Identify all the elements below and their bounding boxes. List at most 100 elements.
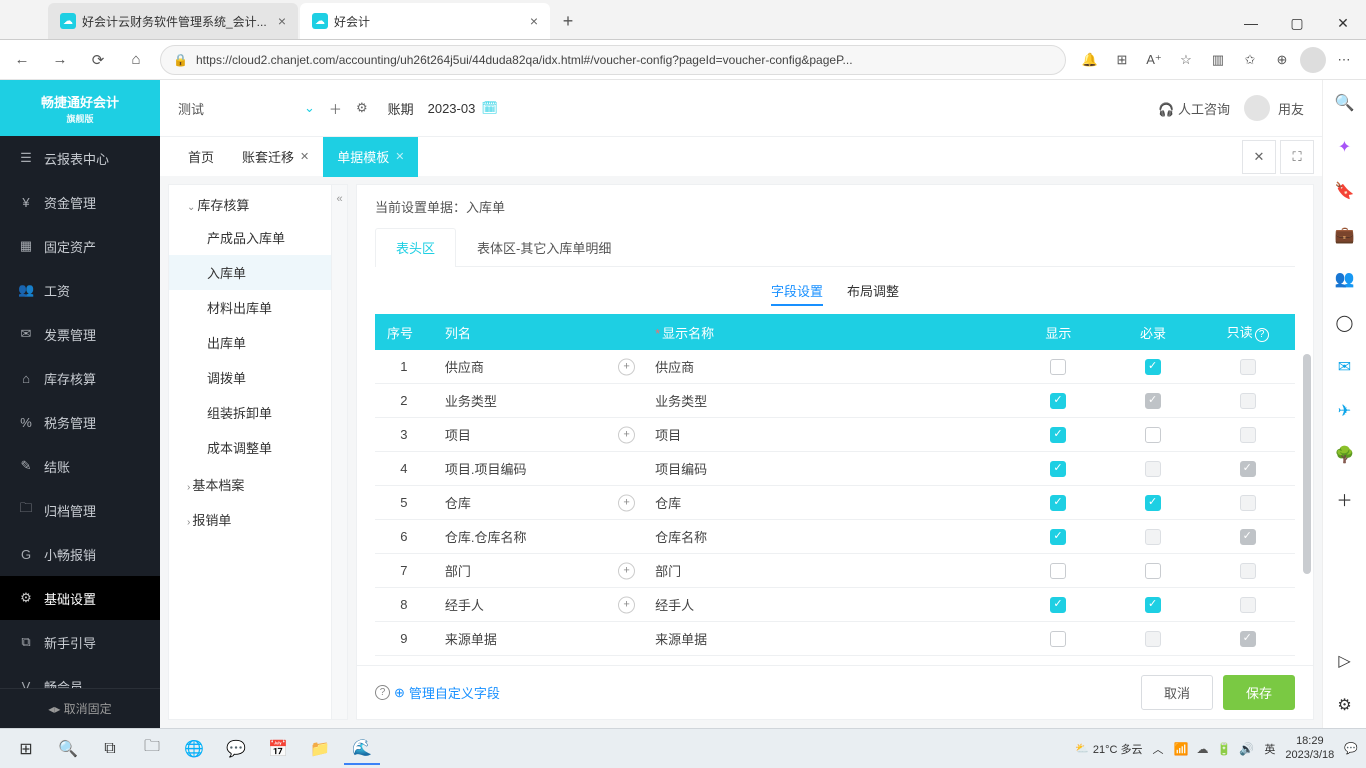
briefcase-icon[interactable]: 💼 [1334,224,1356,246]
chrome-icon[interactable]: 🌐 [176,733,212,765]
tree-group[interactable]: ⌄库存核算 [169,185,331,220]
extensions-icon[interactable]: ⊞ [1108,46,1136,74]
favorites-bar-icon[interactable]: ✩ [1236,46,1264,74]
sidebar-item[interactable]: 👥工资 [0,268,160,312]
save-button[interactable]: 保存 [1223,675,1295,710]
sub-tab[interactable]: 字段设置 [771,281,823,306]
cell-disp[interactable]: 项目 [643,418,1011,452]
page-tab[interactable]: 首页 [174,137,228,177]
sidebar-item[interactable]: G小畅报销 [0,532,160,576]
sidebar-item[interactable]: ☰云报表中心 [0,136,160,180]
checkbox[interactable] [1050,461,1066,477]
cell-disp[interactable]: 经手人 [643,588,1011,622]
cell-disp[interactable]: 仓库名称 [643,520,1011,554]
close-button[interactable]: ✕ [1320,7,1366,39]
tree-icon[interactable]: 🌳 [1334,444,1356,466]
period-picker[interactable]: 2023-03 🗓 [428,100,498,116]
sidebar-item[interactable]: %税务管理 [0,400,160,444]
collapse-strip-icon[interactable]: ▷ [1334,650,1356,672]
tree-item[interactable]: 成本调整单 [169,430,331,465]
wechat-icon[interactable]: 💬 [218,733,254,765]
start-button[interactable]: ⊞ [8,733,44,765]
tree-item[interactable]: 入库单 [169,255,331,290]
close-icon[interactable]: ✕ [300,150,309,163]
checkbox[interactable] [1145,359,1161,375]
address-bar[interactable]: 🔒 https://cloud2.chanjet.com/accounting/… [160,45,1066,75]
tree-item[interactable]: 产成品入库单 [169,220,331,255]
profile-avatar[interactable] [1300,47,1326,73]
checkbox[interactable] [1050,529,1066,545]
edge-icon[interactable]: 🌊 [344,733,380,765]
reader-icon[interactable]: A⁺ [1140,46,1168,74]
cell-disp[interactable]: 项目编码 [643,452,1011,486]
close-icon[interactable]: × [530,13,538,29]
sidebar-item[interactable]: ¥资金管理 [0,180,160,224]
favorite-icon[interactable]: ☆ [1172,46,1200,74]
search-icon[interactable]: 🔍 [1334,92,1356,114]
inner-tab[interactable]: 表头区 [375,228,456,267]
plus-icon[interactable]: + [618,358,635,375]
checkbox[interactable] [1050,393,1066,409]
consult-link[interactable]: 🎧 人工咨询 [1158,99,1230,118]
close-icon[interactable]: × [278,13,286,29]
inner-tab[interactable]: 表体区-其它入库单明细 [456,228,632,266]
cell-disp[interactable]: 供应商 [643,350,1011,384]
circle-icon[interactable]: ◯ [1334,312,1356,334]
browser-tab-2[interactable]: ☁ 好会计 × [300,3,550,39]
tree-item[interactable]: 出库单 [169,325,331,360]
manage-fields-link[interactable]: ? ⊕ 管理自定义字段 [375,683,500,702]
tree-group[interactable]: ›报销单 [169,500,331,535]
ime-indicator[interactable]: 英 [1264,741,1275,757]
new-tab-button[interactable]: + [552,3,584,39]
plus-icon[interactable]: + [618,596,635,613]
outlook-icon[interactable]: ✉ [1334,356,1356,378]
wifi-icon[interactable]: 📶 [1174,742,1189,756]
sparkle-icon[interactable]: ✦ [1334,136,1356,158]
collapse-handle[interactable]: « [331,185,347,719]
tree-item[interactable]: 调拨单 [169,360,331,395]
more-icon[interactable]: ⋯ [1330,46,1358,74]
forward-button[interactable]: → [46,46,74,74]
split-icon[interactable]: ▥ [1204,46,1232,74]
chevron-up-icon[interactable]: ︿ [1153,741,1164,757]
add-tool-icon[interactable]: ＋ [1334,488,1356,510]
page-tab[interactable]: 账套迁移✕ [228,137,323,177]
taskview-button[interactable]: ⧉ [92,733,128,765]
notification-center-icon[interactable]: 💬 [1344,742,1358,755]
checkbox[interactable] [1145,495,1161,511]
maximize-button[interactable]: ▢ [1274,7,1320,39]
plus-icon[interactable]: + [618,494,635,511]
volume-icon[interactable]: 🔊 [1239,742,1254,756]
sidebar-item[interactable]: 🗀归档管理 [0,488,160,532]
tree-group[interactable]: ›基本档案 [169,465,331,500]
checkbox[interactable] [1050,495,1066,511]
plus-icon[interactable]: + [618,562,635,579]
settings-icon[interactable]: ⚙ [356,100,368,116]
files-icon[interactable]: 📁 [302,733,338,765]
checkbox[interactable] [1050,359,1066,375]
scrollbar-thumb[interactable] [1303,354,1311,574]
clock[interactable]: 18:29 2023/3/18 [1285,735,1334,761]
checkbox[interactable] [1050,427,1066,443]
page-tab[interactable]: 单据模板✕ [323,137,418,177]
checkbox[interactable] [1050,563,1066,579]
explorer-icon[interactable]: 🗀 [134,733,170,765]
sub-tab[interactable]: 布局调整 [847,281,899,306]
close-all-tabs-button[interactable]: ✕ [1242,140,1276,174]
sidebar-item[interactable]: ⚙基础设置 [0,576,160,620]
cloud-sync-icon[interactable]: ☁ [1196,742,1208,756]
back-button[interactable]: ← [8,46,36,74]
people-icon[interactable]: 👥 [1334,268,1356,290]
org-selector[interactable]: 测试 ⌄ [178,99,315,118]
sidebar-item[interactable]: ⌂库存核算 [0,356,160,400]
checkbox[interactable] [1145,427,1161,443]
cell-disp[interactable]: 部门 [643,554,1011,588]
sidebar-item[interactable]: ▦固定资产 [0,224,160,268]
battery-icon[interactable]: 🔋 [1216,742,1231,756]
sidebar-item[interactable]: ✉发票管理 [0,312,160,356]
checkbox[interactable] [1050,597,1066,613]
cell-disp[interactable]: 来源单据 [643,622,1011,656]
send-icon[interactable]: ✈ [1334,400,1356,422]
checkbox[interactable] [1145,563,1161,579]
settings-strip-icon[interactable]: ⚙ [1334,694,1356,716]
